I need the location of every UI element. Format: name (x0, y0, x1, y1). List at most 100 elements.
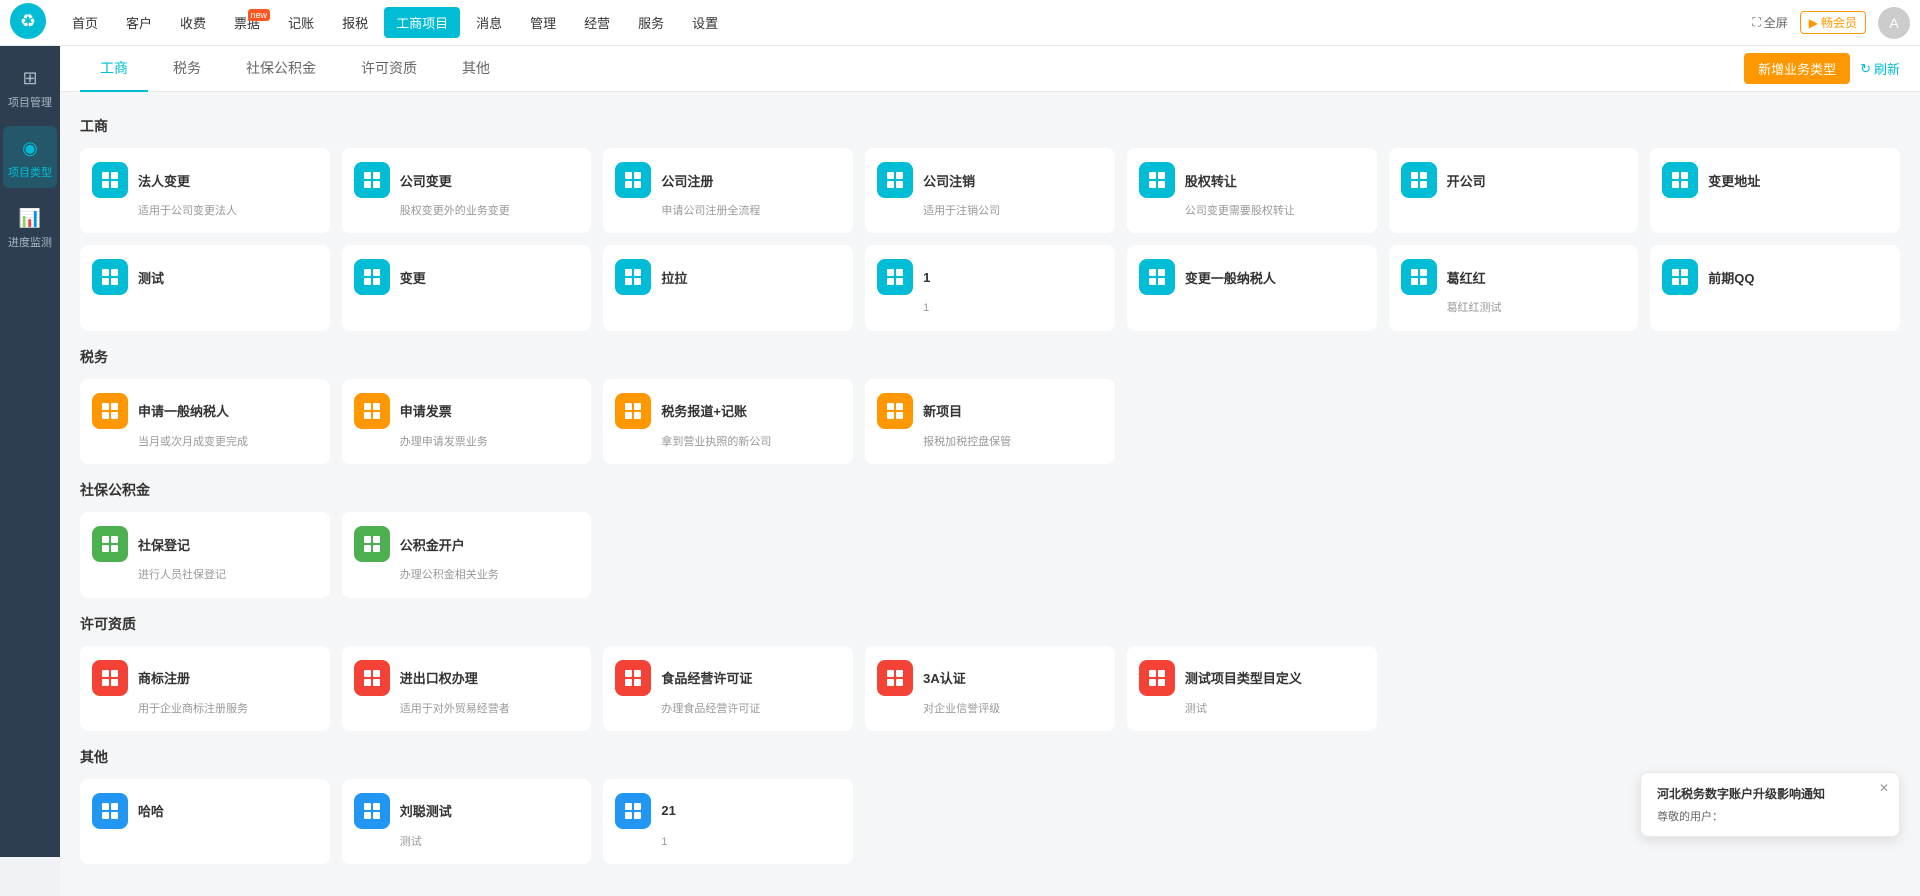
card-公司变更[interactable]: 公司变更 股权变更外的业务变更 (342, 148, 592, 233)
card-header: 公司注销 (877, 162, 1103, 198)
card-title: 开公司 (1447, 171, 1486, 190)
sidebar-item-项目类型[interactable]: ◉ 项目类型 (3, 126, 57, 188)
sub-tab-actions: 新增业务类型 ↻ 刷新 (1744, 53, 1900, 84)
card-desc: 申请公司注册全流程 (615, 204, 841, 219)
fullscreen-button[interactable]: ⛶ 全屏 (1752, 14, 1787, 31)
card-title: 哈哈 (138, 801, 164, 820)
card-icon (1662, 259, 1698, 295)
sub-tab-社保公积金[interactable]: 社保公积金 (226, 46, 336, 92)
card-公司注销[interactable]: 公司注销 适用于注销公司 (865, 148, 1115, 233)
card-icon (92, 793, 128, 829)
card-变更地址[interactable]: 变更地址 (1650, 148, 1900, 233)
card-header: 新项目 (877, 393, 1103, 429)
card-header: 股权转让 (1139, 162, 1365, 198)
refresh-button[interactable]: ↻ 刷新 (1860, 59, 1900, 78)
card-icon (877, 259, 913, 295)
nav-item-消息[interactable]: 消息 (464, 7, 514, 38)
section-税务: 税务 申请一般纳税人 当月或次月成变更完成 (80, 347, 1900, 464)
nav-item-记账[interactable]: 记账 (276, 7, 326, 38)
card-desc: 办理申请发票业务 (354, 435, 580, 450)
card-拉拉[interactable]: 拉拉 (603, 245, 853, 330)
avatar[interactable]: A (1878, 7, 1910, 39)
nav-item-经营[interactable]: 经营 (572, 7, 622, 38)
card-申请发票[interactable]: 申请发票 办理申请发票业务 (342, 379, 592, 464)
card-税务报道+记账[interactable]: 税务报道+记账 拿到营业执照的新公司 (603, 379, 853, 464)
card-desc: 股权变更外的业务变更 (354, 204, 580, 219)
card-社保登记[interactable]: 社保登记 进行人员社保登记 (80, 512, 330, 597)
card-desc: 适用于公司变更法人 (92, 204, 318, 219)
card-title: 申请一般纳税人 (138, 401, 229, 420)
sub-tab-许可资质[interactable]: 许可资质 (341, 46, 437, 92)
card-测试项目类型目定义[interactable]: 测试项目类型目定义 测试 (1127, 646, 1377, 731)
cards-grid: 商标注册 用于企业商标注册服务 进出口权办理 适用于对外贸易经营者 (80, 646, 1900, 731)
card-1[interactable]: 1 1 (865, 245, 1115, 330)
section-title: 其他 (80, 747, 1900, 767)
card-icon (92, 259, 128, 295)
card-icon (615, 259, 651, 295)
card-3A认证[interactable]: 3A认证 对企业信誉评级 (865, 646, 1115, 731)
card-公司注册[interactable]: 公司注册 申请公司注册全流程 (603, 148, 853, 233)
card-刘聪测试[interactable]: 刘聪测试 测试 (342, 779, 592, 864)
card-icon (1401, 259, 1437, 295)
nav-item-客户[interactable]: 客户 (114, 7, 164, 38)
card-header: 前期QQ (1662, 259, 1888, 295)
card-变更一般纳税人[interactable]: 变更一般纳税人 (1127, 245, 1377, 330)
sidebar-item-项目管理[interactable]: ⊞ 项目管理 (3, 56, 57, 118)
card-哈哈[interactable]: 哈哈 (80, 779, 330, 864)
section-title: 许可资质 (80, 614, 1900, 634)
main-content: 工商税务社保公积金许可资质其他 新增业务类型 ↻ 刷新 工商 法人变更 (60, 46, 1920, 896)
card-21[interactable]: 21 1 (603, 779, 853, 864)
section-title: 社保公积金 (80, 480, 1900, 500)
card-header: 申请发票 (354, 393, 580, 429)
card-公积金开户[interactable]: 公积金开户 办理公积金相关业务 (342, 512, 592, 597)
card-icon (615, 393, 651, 429)
card-icon (877, 162, 913, 198)
card-header: 变更 (354, 259, 580, 295)
notification-popup: ✕ 河北税务数字账户升级影响通知 尊敬的用户： (1640, 772, 1900, 837)
sub-tabs-bar: 工商税务社保公积金许可资质其他 新增业务类型 ↻ 刷新 (60, 46, 1920, 92)
card-icon (354, 162, 390, 198)
card-icon (92, 526, 128, 562)
card-食品经营许可证[interactable]: 食品经营许可证 办理食品经营许可证 (603, 646, 853, 731)
sub-tabs: 工商税务社保公积金许可资质其他 (80, 46, 515, 92)
nav-item-管理[interactable]: 管理 (518, 7, 568, 38)
card-前期QQ[interactable]: 前期QQ (1650, 245, 1900, 330)
nav-item-报税[interactable]: 报税 (330, 7, 380, 38)
card-icon (354, 259, 390, 295)
sub-tab-工商[interactable]: 工商 (80, 46, 148, 92)
card-header: 1 (877, 259, 1103, 295)
fullscreen-label: 全屏 (1764, 14, 1788, 31)
nav-item-票据[interactable]: 票据new (222, 7, 272, 38)
card-desc: 办理食品经营许可证 (615, 702, 841, 717)
fullscreen-icon: ⛶ (1752, 15, 1760, 30)
nav-item-设置[interactable]: 设置 (680, 7, 730, 38)
card-desc: 公司变更需要股权转让 (1139, 204, 1365, 219)
card-葛红红[interactable]: 葛红红 葛红红测试 (1389, 245, 1639, 330)
card-title: 1 (923, 270, 930, 285)
sub-tab-税务[interactable]: 税务 (153, 46, 221, 92)
card-desc: 报税加税控盘保管 (877, 435, 1103, 450)
nav-item-工商项目[interactable]: 工商项目 (384, 7, 460, 38)
notification-body: 尊敬的用户： (1657, 808, 1883, 824)
notification-close-button[interactable]: ✕ (1879, 781, 1889, 795)
card-新项目[interactable]: 新项目 报税加税控盘保管 (865, 379, 1115, 464)
card-申请一般纳税人[interactable]: 申请一般纳税人 当月或次月成变更完成 (80, 379, 330, 464)
card-desc: 测试 (1139, 702, 1365, 717)
card-变更[interactable]: 变更 (342, 245, 592, 330)
member-button[interactable]: ▶ 畅会员 (1800, 11, 1866, 34)
sub-tab-其他[interactable]: 其他 (442, 46, 510, 92)
nav-item-首页[interactable]: 首页 (60, 7, 110, 38)
card-商标注册[interactable]: 商标注册 用于企业商标注册服务 (80, 646, 330, 731)
logo[interactable]: ♻ (10, 3, 50, 43)
card-测试[interactable]: 测试 (80, 245, 330, 330)
card-法人变更[interactable]: 法人变更 适用于公司变更法人 (80, 148, 330, 233)
card-股权转让[interactable]: 股权转让 公司变更需要股权转让 (1127, 148, 1377, 233)
add-business-type-button[interactable]: 新增业务类型 (1744, 53, 1850, 84)
nav-item-服务[interactable]: 服务 (626, 7, 676, 38)
card-开公司[interactable]: 开公司 (1389, 148, 1639, 233)
sidebar-item-进度监测[interactable]: 📊 进度监测 (3, 196, 57, 258)
card-进出口权办理[interactable]: 进出口权办理 适用于对外贸易经营者 (342, 646, 592, 731)
cards-grid: 哈哈 刘聪测试 测试 (80, 779, 1900, 864)
refresh-label: 刷新 (1874, 59, 1900, 78)
nav-item-收费[interactable]: 收费 (168, 7, 218, 38)
